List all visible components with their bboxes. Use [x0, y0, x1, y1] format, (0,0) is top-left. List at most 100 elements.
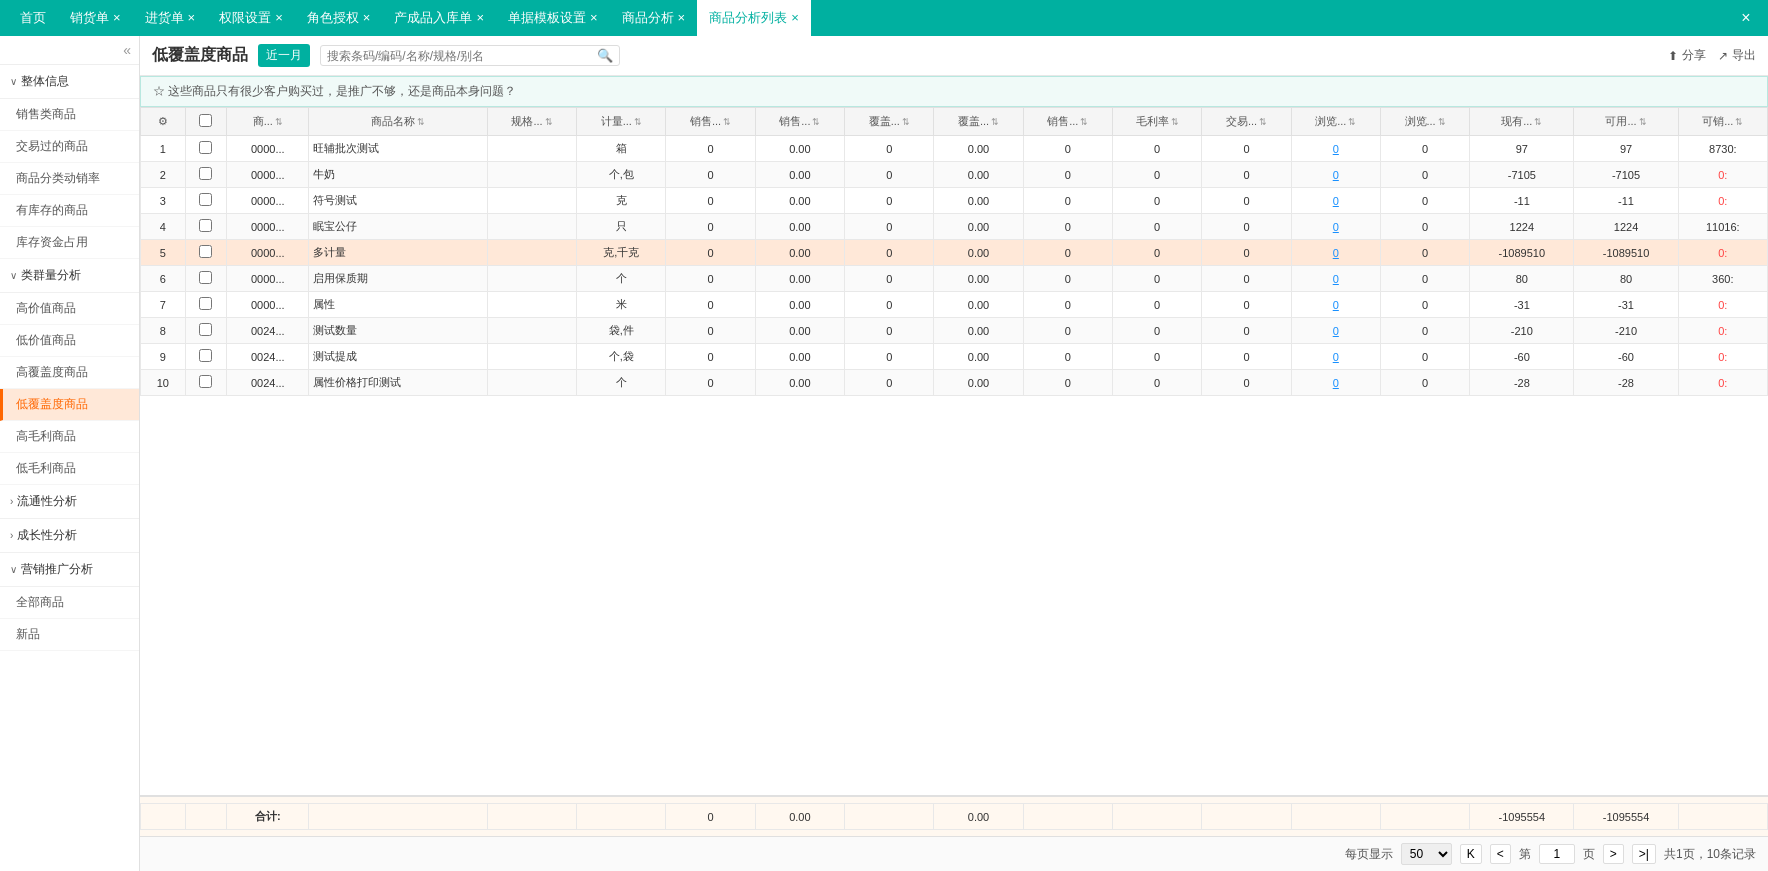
sidebar-item-new-products[interactable]: 新品 — [0, 619, 139, 651]
row-select-checkbox[interactable] — [199, 219, 212, 232]
row-browse1[interactable]: 0 — [1291, 292, 1380, 318]
nav-product-analysis-list[interactable]: 商品分析列表 × — [697, 0, 811, 36]
row-name[interactable]: 符号测试 — [309, 188, 488, 214]
row-name[interactable]: 眠宝公仔 — [309, 214, 488, 240]
row-browse1[interactable]: 0 — [1291, 162, 1380, 188]
row-checkbox[interactable] — [185, 240, 227, 266]
sales2-column-header[interactable]: 销售...⇅ — [755, 108, 844, 136]
row-browse1[interactable]: 0 — [1291, 266, 1380, 292]
sidebar-item-high-margin[interactable]: 高毛利商品 — [0, 421, 139, 453]
row-checkbox[interactable] — [185, 318, 227, 344]
sidebar-section-overall[interactable]: ∨ 整体信息 — [0, 65, 139, 99]
sidebar-item-category-rate[interactable]: 商品分类动销率 — [0, 163, 139, 195]
row-name[interactable]: 启用保质期 — [309, 266, 488, 292]
sidebar-item-high-value[interactable]: 高价值商品 — [0, 293, 139, 325]
row-browse1[interactable]: 0 — [1291, 136, 1380, 162]
gross-rate-column-header[interactable]: 毛利率⇅ — [1113, 108, 1202, 136]
sidebar-collapse-button[interactable]: « — [0, 36, 139, 65]
sidebar-item-low-value[interactable]: 低价值商品 — [0, 325, 139, 357]
row-select-checkbox[interactable] — [199, 167, 212, 180]
nav-home[interactable]: 首页 — [8, 0, 58, 36]
sellable-column-header[interactable]: 可销...⇅ — [1678, 108, 1767, 136]
row-code: 0024... — [227, 344, 309, 370]
browse1-column-header[interactable]: 浏览...⇅ — [1291, 108, 1380, 136]
nav-sales-order[interactable]: 销货单 × — [58, 0, 133, 36]
page-size-select[interactable]: 50 100 200 — [1401, 843, 1452, 865]
name-column-header[interactable]: 商品名称⇅ — [309, 108, 488, 136]
nav-role-auth[interactable]: 角色授权 × — [295, 0, 383, 36]
row-checkbox[interactable] — [185, 292, 227, 318]
prev-page-button[interactable]: < — [1490, 844, 1511, 864]
available-column-header[interactable]: 可用...⇅ — [1574, 108, 1678, 136]
spec-column-header[interactable]: 规格...⇅ — [487, 108, 576, 136]
row-browse1[interactable]: 0 — [1291, 370, 1380, 396]
sidebar-section-growth[interactable]: › 成长性分析 — [0, 519, 139, 553]
sales1-column-header[interactable]: 销售...⇅ — [666, 108, 755, 136]
nav-template-settings[interactable]: 单据模板设置 × — [496, 0, 610, 36]
row-checkbox[interactable] — [185, 188, 227, 214]
next-page-button[interactable]: > — [1603, 844, 1624, 864]
row-checkbox[interactable] — [185, 370, 227, 396]
period-button[interactable]: 近一月 — [258, 44, 310, 67]
row-select-checkbox[interactable] — [199, 271, 212, 284]
share-button[interactable]: ⬆ 分享 — [1668, 47, 1706, 64]
row-checkbox[interactable] — [185, 214, 227, 240]
row-browse1[interactable]: 0 — [1291, 214, 1380, 240]
search-input[interactable] — [327, 49, 597, 63]
row-checkbox[interactable] — [185, 344, 227, 370]
sidebar-item-low-coverage[interactable]: 低覆盖度商品 — [0, 389, 139, 421]
sidebar-item-high-coverage[interactable]: 高覆盖度商品 — [0, 357, 139, 389]
export-button[interactable]: ↗ 导出 — [1718, 47, 1756, 64]
nav-product-analysis[interactable]: 商品分析 × — [610, 0, 698, 36]
row-browse1[interactable]: 0 — [1291, 318, 1380, 344]
row-checkbox[interactable] — [185, 266, 227, 292]
nav-purchase-order[interactable]: 进货单 × — [133, 0, 208, 36]
row-select-checkbox[interactable] — [199, 323, 212, 336]
settings-column-header[interactable]: ⚙ — [141, 108, 186, 136]
sales3-column-header[interactable]: 销售...⇅ — [1023, 108, 1112, 136]
nav-product-entry[interactable]: 产成品入库单 × — [382, 0, 496, 36]
cover1-column-header[interactable]: 覆盖...⇅ — [845, 108, 934, 136]
unit-column-header[interactable]: 计量...⇅ — [577, 108, 666, 136]
row-name[interactable]: 旺辅批次测试 — [309, 136, 488, 162]
row-select-checkbox[interactable] — [199, 375, 212, 388]
row-select-checkbox[interactable] — [199, 349, 212, 362]
row-select-checkbox[interactable] — [199, 245, 212, 258]
row-select-checkbox[interactable] — [199, 193, 212, 206]
first-page-button[interactable]: K — [1460, 844, 1482, 864]
row-select-checkbox[interactable] — [199, 141, 212, 154]
row-name[interactable]: 多计量 — [309, 240, 488, 266]
trade-column-header[interactable]: 交易...⇅ — [1202, 108, 1291, 136]
window-close-button[interactable]: × — [1732, 4, 1760, 32]
sidebar-section-liquidity[interactable]: › 流通性分析 — [0, 485, 139, 519]
select-all-checkbox[interactable] — [199, 114, 212, 127]
row-checkbox[interactable] — [185, 162, 227, 188]
last-page-button[interactable]: >| — [1632, 844, 1656, 864]
row-name[interactable]: 测试提成 — [309, 344, 488, 370]
sidebar-item-inventory-products[interactable]: 有库存的商品 — [0, 195, 139, 227]
row-name[interactable]: 牛奶 — [309, 162, 488, 188]
table-container[interactable]: ⚙ 商...⇅ 商品名称⇅ 规格...⇅ 计量...⇅ 销售...⇅ 销售...… — [140, 107, 1768, 795]
row-name[interactable]: 属性价格打印测试 — [309, 370, 488, 396]
table-header-row: ⚙ 商...⇅ 商品名称⇅ 规格...⇅ 计量...⇅ 销售...⇅ 销售...… — [141, 108, 1768, 136]
browse2-column-header[interactable]: 浏览...⇅ — [1380, 108, 1469, 136]
row-name[interactable]: 测试数量 — [309, 318, 488, 344]
current-column-header[interactable]: 现有...⇅ — [1470, 108, 1574, 136]
row-browse1[interactable]: 0 — [1291, 240, 1380, 266]
row-name[interactable]: 属性 — [309, 292, 488, 318]
cover2-column-header[interactable]: 覆盖...⇅ — [934, 108, 1023, 136]
sidebar-item-low-margin[interactable]: 低毛利商品 — [0, 453, 139, 485]
sidebar-item-all-products[interactable]: 全部商品 — [0, 587, 139, 619]
row-select-checkbox[interactable] — [199, 297, 212, 310]
row-checkbox[interactable] — [185, 136, 227, 162]
current-page-input[interactable] — [1539, 844, 1575, 864]
sidebar-section-marketing[interactable]: ∨ 营销推广分析 — [0, 553, 139, 587]
sidebar-item-sales-products[interactable]: 销售类商品 — [0, 99, 139, 131]
row-browse1[interactable]: 0 — [1291, 188, 1380, 214]
sidebar-section-cluster[interactable]: ∨ 类群量分析 — [0, 259, 139, 293]
sidebar-item-traded-products[interactable]: 交易过的商品 — [0, 131, 139, 163]
nav-permission-settings[interactable]: 权限设置 × — [207, 0, 295, 36]
code-column-header[interactable]: 商...⇅ — [227, 108, 309, 136]
row-browse1[interactable]: 0 — [1291, 344, 1380, 370]
sidebar-item-capital-occupation[interactable]: 库存资金占用 — [0, 227, 139, 259]
